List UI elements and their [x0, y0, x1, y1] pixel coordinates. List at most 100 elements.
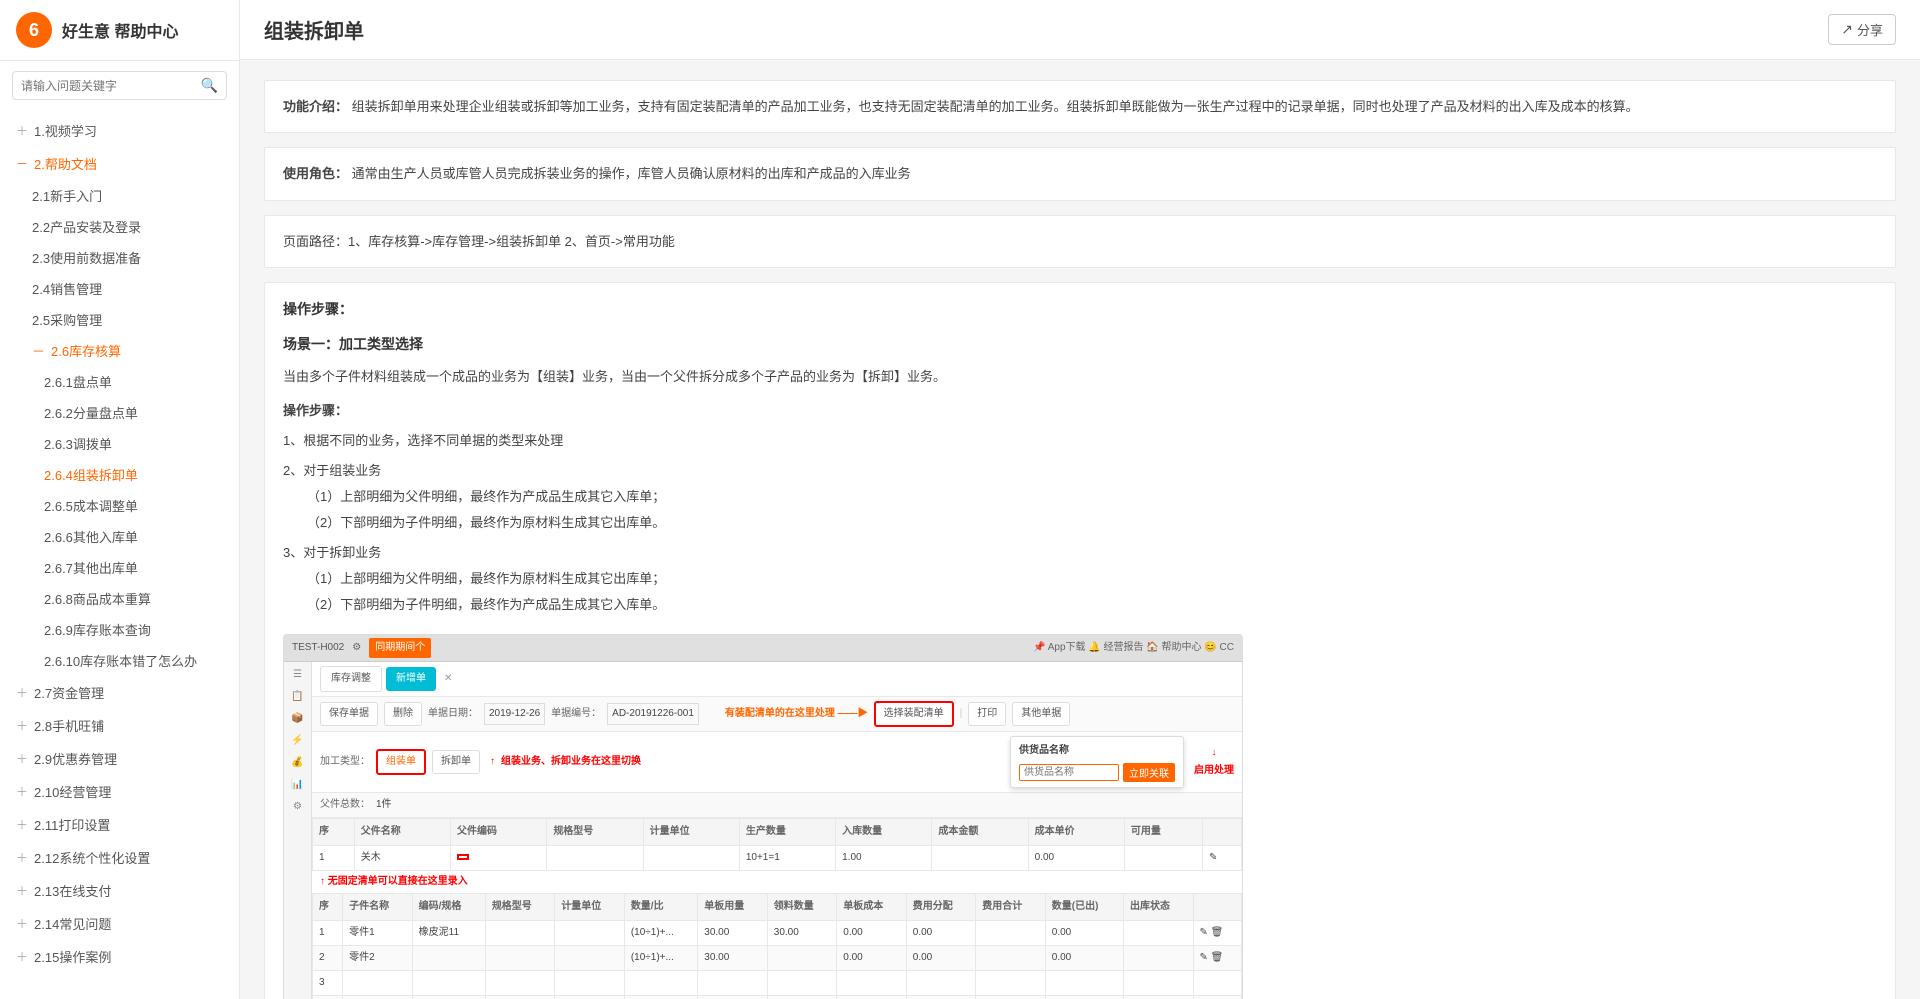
sidebar-item-label: 2.9优惠券管理	[34, 749, 117, 768]
sidebar-item-cases[interactable]: ＋ 2.15操作案例	[0, 940, 239, 973]
sim-nav-icon4: ⚡	[291, 732, 303, 750]
sim-type-disassemble[interactable]: 拆卸单	[432, 750, 480, 774]
sidebar-item-onlinepay[interactable]: ＋ 2.13在线支付	[0, 874, 239, 907]
search-icon[interactable]: 🔍	[201, 77, 218, 94]
search-input[interactable]	[21, 79, 201, 93]
upper-th-spec: 规格型号	[547, 818, 643, 845]
sidebar-item-inbound[interactable]: 2.6.6其他入库单	[0, 521, 239, 552]
sim-orange-btn: 同期期间个	[369, 638, 431, 658]
sim-tab-inventory[interactable]: 库存调整	[320, 666, 382, 692]
sidebar-item-print[interactable]: ＋ 2.11打印设置	[0, 808, 239, 841]
sim-process-label: 加工类型：	[320, 753, 370, 771]
upper-th-code: 父件编码	[451, 818, 547, 845]
sidebar-item-stocktake[interactable]: 2.6.1盘点单	[0, 366, 239, 397]
content-body: 功能介绍： 组装拆卸单用来处理企业组装或拆卸等加工业务，支持有固定装配清单的产品…	[240, 60, 1920, 999]
modal-confirm-btn[interactable]: 立即关联	[1123, 763, 1175, 782]
sim-nav-icon5: 💰	[291, 754, 303, 772]
lower-th-code: 编码/规格	[412, 893, 485, 920]
sidebar-item-label: 2.3使用前数据准备	[32, 248, 141, 267]
sidebar-item-data[interactable]: 2.3使用前数据准备	[0, 242, 239, 273]
sim-btn-save[interactable]: 保存单据	[320, 702, 378, 726]
sidebar-item-stockcheck[interactable]: 2.6.9库存账本查询	[0, 614, 239, 645]
upper-th-inbound: 入库数量	[836, 818, 932, 845]
sidebar-item-mobile[interactable]: ＋ 2.8手机旺铺	[0, 709, 239, 742]
upper-code-highlight	[457, 854, 469, 860]
sidebar-item-sales[interactable]: 2.4销售管理	[0, 273, 239, 304]
modal-input[interactable]	[1019, 764, 1119, 781]
upper-td-code	[451, 845, 547, 870]
sim-label-order: 单据编号：	[551, 705, 601, 723]
upper-th-available: 可用量	[1124, 818, 1202, 845]
sim-btn-delete[interactable]: 删除	[384, 702, 422, 726]
sidebar-item-beginner[interactable]: 2.1新手入门	[0, 180, 239, 211]
sidebar-item-docs[interactable]: － 2.帮助文档	[0, 147, 239, 180]
scene1-title: 场景一：加工类型选择	[283, 332, 1877, 357]
sim-nav-icon2: 📋	[291, 688, 303, 706]
plus-icon: ＋	[16, 948, 28, 965]
lower-row2-edit[interactable]: ✎ 🗑	[1200, 952, 1224, 963]
upper-row-edit-icon[interactable]: ✎	[1209, 852, 1217, 863]
sidebar-item-label: 2.15操作案例	[34, 947, 111, 966]
sim-type-assemble[interactable]: 组装单	[376, 749, 426, 775]
plus-icon: ＋	[16, 816, 28, 833]
plus-icon: ＋	[16, 783, 28, 800]
function-intro-block: 功能介绍： 组装拆卸单用来处理企业组装或拆卸等加工业务，支持有固定装配清单的产品…	[264, 80, 1896, 133]
sidebar-item-adjust[interactable]: 2.6.3调拨单	[0, 428, 239, 459]
sidebar-item-label: 2.4销售管理	[32, 279, 102, 298]
sim-tab-neworder[interactable]: 新增单	[386, 667, 436, 691]
sidebar-item-purchase[interactable]: 2.5采购管理	[0, 304, 239, 335]
sidebar-item-label: 2.7资金管理	[34, 683, 104, 702]
sim-date-value: 2019-12-26	[484, 703, 545, 725]
upper-th-unitcost: 成本单价	[1028, 818, 1124, 845]
sidebar-item-label: 2.6.4组装拆卸单	[44, 465, 138, 484]
sidebar-item-inventory[interactable]: － 2.6库存核算	[0, 335, 239, 366]
step1: 1、根据不同的业务，选择不同单据的类型来处理	[283, 428, 1877, 454]
sidebar-item-label: 2.6库存核算	[51, 341, 121, 360]
role-text: 通常由生产人员或库管人员完成拆装业务的操作，库管人员确认原材料的出库和产成品的入…	[352, 166, 911, 181]
sidebar-item-install[interactable]: 2.2产品安装及登录	[0, 211, 239, 242]
share-button[interactable]: ↗ 分享	[1828, 14, 1896, 45]
sidebar-item-label: 1.视频学习	[34, 121, 97, 140]
sidebar-item-outbound[interactable]: 2.6.7其他出库单	[0, 552, 239, 583]
sidebar-item-sysconfig[interactable]: ＋ 2.12系统个性化设置	[0, 841, 239, 874]
sidebar-item-video[interactable]: ＋ 1.视频学习	[0, 114, 239, 147]
lower-row1-edit[interactable]: ✎ 🗑	[1200, 927, 1224, 938]
sidebar-item-label: 2.6.8商品成本重算	[44, 589, 151, 608]
sim-close-icon[interactable]: ✕	[444, 670, 452, 688]
sidebar-item-goodscost[interactable]: 2.6.8商品成本重算	[0, 583, 239, 614]
sidebar-item-stocktake2[interactable]: 2.6.2分量盘点单	[0, 397, 239, 428]
screenshot-wrapper: TEST-H002 ⚙ 同期期间个 📌 App下载 🔔 经营报告 🏠 帮助中心 …	[283, 634, 1243, 999]
sim-btn-print[interactable]: 打印	[968, 702, 1006, 726]
breadcrumb: 页面路径：1、库存核算->库存管理->组装拆卸单 2、首页->常用功能	[283, 234, 675, 249]
sim-btn-choose-bom[interactable]: 选择装配清单	[874, 701, 954, 727]
share-icon: ↗	[1841, 21, 1853, 38]
sidebar-item-coupon[interactable]: ＋ 2.9优惠券管理	[0, 742, 239, 775]
sidebar-item-assembly[interactable]: 2.6.4组装拆卸单	[0, 459, 239, 490]
search-box[interactable]: 🔍	[12, 71, 227, 100]
lower-th-alloc: 费用分配	[906, 893, 976, 920]
sidebar-item-cost[interactable]: 2.6.5成本调整单	[0, 490, 239, 521]
sidebar-item-label: 2.14常见问题	[34, 914, 111, 933]
lower-table-row-3: 3	[313, 970, 1242, 995]
ops-title: 操作步骤：	[283, 297, 1877, 322]
sidebar-item-label: 2.11打印设置	[34, 815, 110, 834]
sim-btn-more[interactable]: 其他单据	[1012, 702, 1070, 726]
sidebar-item-ops[interactable]: ＋ 2.10经营管理	[0, 775, 239, 808]
sim-order-value: AD-20191226-001	[607, 703, 699, 725]
upper-td-spec	[547, 845, 643, 870]
sidebar-item-finance[interactable]: ＋ 2.7资金管理	[0, 676, 239, 709]
sim-upper-table: 序 父件名称 父件编码 规格型号 计量单位 生产数量 入库数量 成本金额 成本单	[312, 818, 1242, 871]
sidebar-item-faq[interactable]: ＋ 2.14常见问题	[0, 907, 239, 940]
sidebar-item-label: 2.12系统个性化设置	[34, 848, 150, 867]
sidebar-item-stockerror[interactable]: 2.6.10库存账本错了怎么办	[0, 645, 239, 676]
sim-lower-table: 序 子件名称 编码/规格 规格型号 计量单位 数量/比 单板用量 领料数量 单板	[312, 893, 1242, 999]
sim-nav-icon6: 📊	[291, 776, 303, 794]
plus-icon: ＋	[16, 684, 28, 701]
step2: 2、对于组装业务	[283, 458, 1877, 484]
upper-table-row: 1 关木 10+1=1 1.00	[313, 845, 1242, 870]
scene1-desc: 当由多个子件材料组装成一个成品的业务为【组装】业务，当由一个父件拆分成多个子产品…	[283, 364, 1877, 390]
role-label: 使用角色：	[283, 166, 348, 181]
plus-icon: ＋	[16, 882, 28, 899]
sidebar-item-label: 2.1新手入门	[32, 186, 102, 205]
step3: 3、对于拆卸业务	[283, 540, 1877, 566]
